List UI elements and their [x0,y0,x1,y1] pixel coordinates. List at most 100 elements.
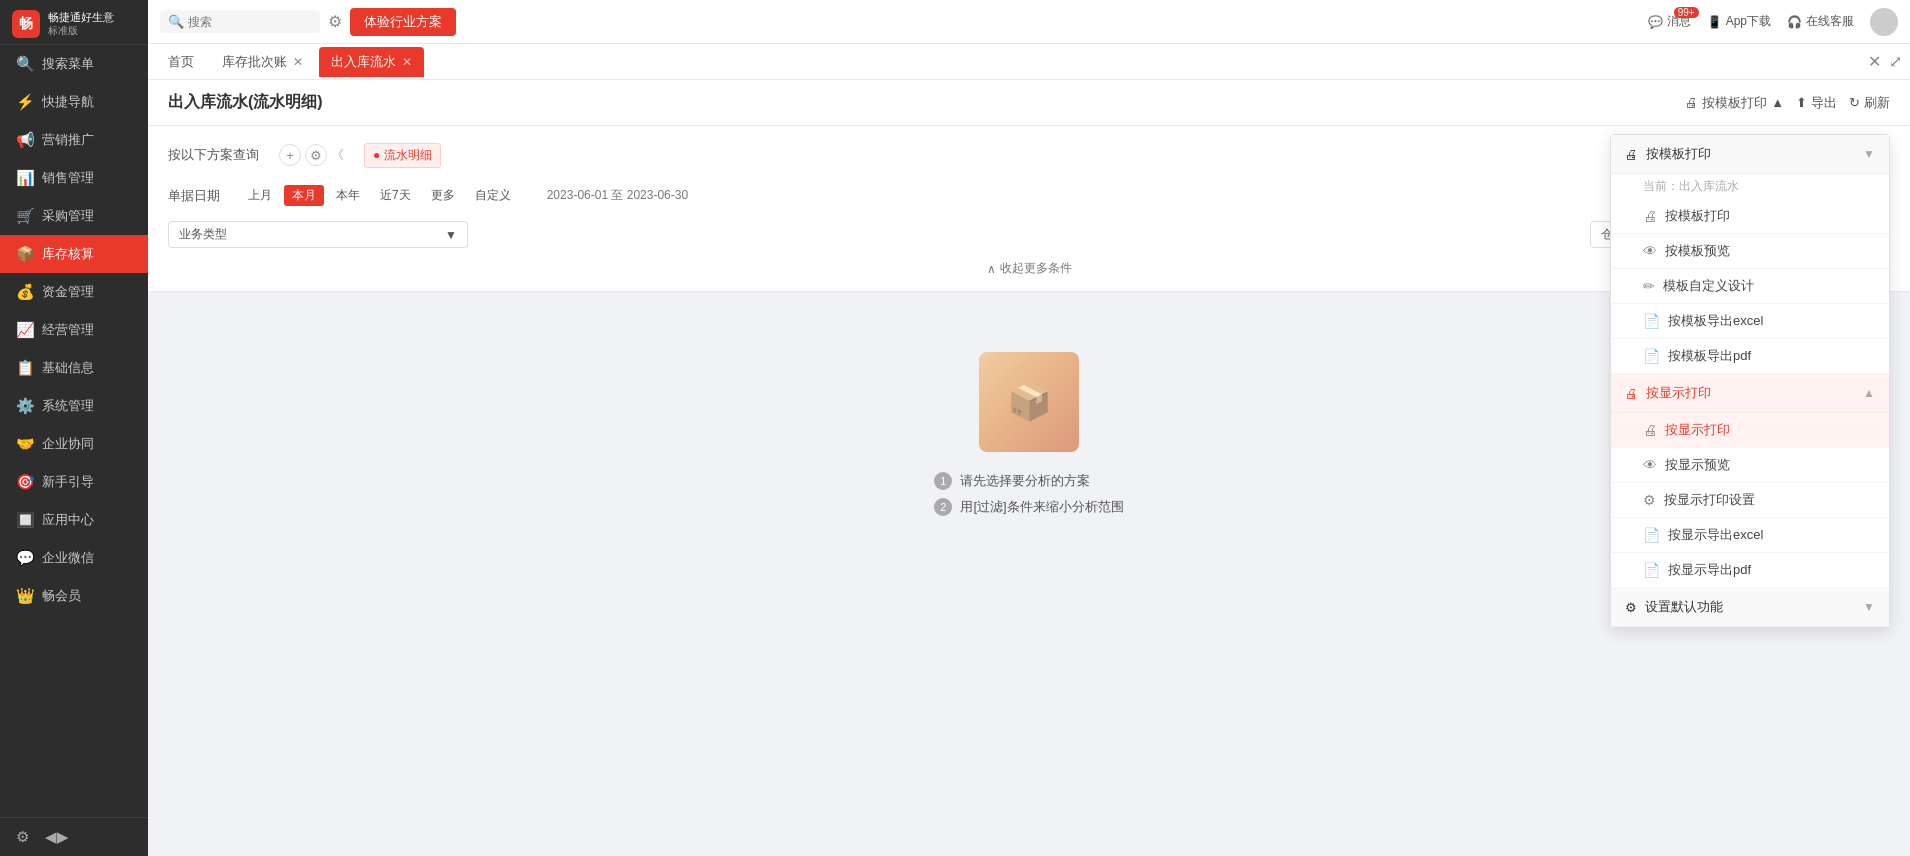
tab-home[interactable]: 首页 [156,47,206,77]
headset-icon: 🎧 [1787,15,1802,29]
dp-template-preview-item[interactable]: 👁 按模板预览 [1611,234,1889,269]
empty-illustration: 📦 [979,352,1079,452]
sidebar-item-sales[interactable]: 📊 销售管理 [0,159,148,197]
sidebar-label-coop: 企业协同 [42,435,94,453]
dp-display-preview-item[interactable]: 👁 按显示预览 [1611,448,1889,483]
tabs-bar: 首页 库存批次账 ✕ 出入库流水 ✕ ✕ ⤢ [148,44,1910,80]
sidebar-item-coop[interactable]: 🤝 企业协同 [0,425,148,463]
collapse-sidebar-icon[interactable]: ◀▶ [45,828,69,846]
date-tab-7days[interactable]: 近7天 [372,185,419,206]
print-chevron-icon: ▲ [1771,95,1784,110]
dp-default-section-header[interactable]: ⚙ 设置默认功能 ▼ [1611,588,1889,627]
step-1-num: 1 [934,472,952,490]
message-btn[interactable]: 💬 消息 99+ [1648,13,1691,30]
sidebar-icon-appcenter: 🔲 [16,511,34,529]
empty-steps: 1 请先选择要分析的方案 2 用[过滤]条件来缩小分析范围 [934,472,1123,516]
tab-batch-close[interactable]: ✕ [293,55,303,69]
settings-footer-icon[interactable]: ⚙ [16,828,29,846]
sidebar-label-system: 系统管理 [42,397,94,415]
empty-step-1: 1 请先选择要分析的方案 [934,472,1123,490]
print-template-btn[interactable]: 🖨 按模板打印 ▲ [1685,94,1784,112]
sidebar-item-search[interactable]: 🔍 搜索菜单 [0,45,148,83]
export-btn[interactable]: ⬆ 导出 [1796,94,1837,112]
dp-template-excel-item[interactable]: 📄 按模板导出excel [1611,304,1889,339]
sidebar-icon-finance: 💰 [16,283,34,301]
print-icon: 🖨 [1685,95,1698,110]
tab-flow-label: 出入库流水 [331,53,396,71]
filter-settings-icon[interactable]: ⚙ [305,144,327,166]
date-tab-lastmonth[interactable]: 上月 [240,185,280,206]
dp-template-print-icon: 🖨 [1625,147,1638,162]
sidebar-label-operation: 经营管理 [42,321,94,339]
sidebar-item-inventory[interactable]: 📦 库存核算 [0,235,148,273]
tab-flow-close[interactable]: ✕ [402,55,412,69]
dp-template-preview-icon: 👁 [1643,243,1657,259]
sidebar-footer: ⚙ ◀▶ [0,817,148,856]
close-window-icon[interactable]: ✕ [1868,52,1881,71]
logo-icon: 畅 [12,10,40,38]
sidebar-item-base[interactable]: 📋 基础信息 [0,349,148,387]
biz-type-label: 业务类型 [179,226,227,243]
dp-template-custom-item[interactable]: ✏ 模板自定义设计 [1611,269,1889,304]
refresh-btn[interactable]: ↻ 刷新 [1849,94,1890,112]
sidebar-item-marketing[interactable]: 📢 营销推广 [0,121,148,159]
biz-type-select[interactable]: 业务类型 ▼ [168,221,468,248]
message-icon: 💬 [1648,15,1663,29]
dp-display-settings-icon: ⚙ [1643,492,1656,508]
sidebar-label-purchase: 采购管理 [42,207,94,225]
sidebar-item-appcenter[interactable]: 🔲 应用中心 [0,501,148,539]
logo-area: 畅 畅捷通好生意 标准版 [0,0,148,45]
gear-icon[interactable]: ⚙ [328,12,342,31]
logo-title: 畅捷通好生意 [48,10,114,24]
dp-template-print-item[interactable]: 🖨 按模板打印 [1611,199,1889,234]
sidebar-label-appcenter: 应用中心 [42,511,94,529]
tag-dot: ● [373,148,380,162]
search-icon: 🔍 [168,14,184,29]
topbar-search-box[interactable]: 🔍 [160,10,320,33]
sidebar-item-system[interactable]: ⚙️ 系统管理 [0,387,148,425]
dp-template-header-content: 🖨 按模板打印 [1625,145,1711,163]
dp-display-print-settings-item[interactable]: ⚙ 按显示打印设置 [1611,483,1889,518]
sidebar-icon-operation: 📈 [16,321,34,339]
filter-collapse-icon[interactable]: 《 [331,146,344,164]
date-tab-more[interactable]: 更多 [423,185,463,206]
dp-display-section-header[interactable]: 🖨 按显示打印 ▲ [1611,374,1889,413]
dp-template-pdf-item[interactable]: 📄 按模板导出pdf [1611,339,1889,374]
user-avatar[interactable] [1870,8,1898,36]
maximize-window-icon[interactable]: ⤢ [1889,52,1902,71]
add-filter-icon[interactable]: + [279,144,301,166]
date-tab-custom[interactable]: 自定义 [467,185,519,206]
sidebar-label-marketing: 营销推广 [42,131,94,149]
date-tab-thismonth[interactable]: 本月 [284,185,324,206]
dp-display-excel-label: 按显示导出excel [1668,526,1763,544]
sidebar-item-finance[interactable]: 💰 资金管理 [0,273,148,311]
dp-template-pdf-icon: 📄 [1643,348,1660,364]
date-tab-thisyear[interactable]: 本年 [328,185,368,206]
sidebar-icon-guide: 🎯 [16,473,34,491]
refresh-label: 刷新 [1864,94,1890,112]
dp-display-pdf-item[interactable]: 📄 按显示导出pdf [1611,553,1889,588]
dp-display-chevron-icon: ▲ [1863,386,1875,400]
search-input[interactable] [188,15,312,29]
sidebar-item-quicknav[interactable]: ⚡ 快捷导航 [0,83,148,121]
dp-template-section-header[interactable]: 🖨 按模板打印 ▼ [1611,135,1889,174]
app-download-btn[interactable]: 📱 App下载 [1707,13,1771,30]
industry-btn[interactable]: 体验行业方案 [350,8,456,36]
tab-flow[interactable]: 出入库流水 ✕ [319,47,424,77]
service-label: 在线客服 [1806,13,1854,30]
dp-display-excel-item[interactable]: 📄 按显示导出excel [1611,518,1889,553]
sidebar-label-sales: 销售管理 [42,169,94,187]
online-service-btn[interactable]: 🎧 在线客服 [1787,13,1854,30]
sidebar-item-guide[interactable]: 🎯 新手引导 [0,463,148,501]
collapse-filters-btn[interactable]: ∧ 收起更多条件 [987,260,1072,277]
sidebar-item-vip[interactable]: 👑 畅会员 [0,577,148,615]
dp-display-print-item[interactable]: 🖨 按显示打印 [1611,413,1889,448]
sidebar-item-purchase[interactable]: 🛒 采购管理 [0,197,148,235]
sidebar-item-operation[interactable]: 📈 经营管理 [0,311,148,349]
tab-batch[interactable]: 库存批次账 ✕ [210,47,315,77]
page-content: 出入库流水(流水明细) 🖨 按模板打印 ▲ ⬆ 导出 ↻ 刷新 [148,80,1910,856]
dp-template-chevron-icon: ▼ [1863,147,1875,161]
empty-icon-area: 📦 [979,352,1079,452]
sidebar-item-wechat[interactable]: 💬 企业微信 [0,539,148,577]
sidebar-label-wechat: 企业微信 [42,549,94,567]
